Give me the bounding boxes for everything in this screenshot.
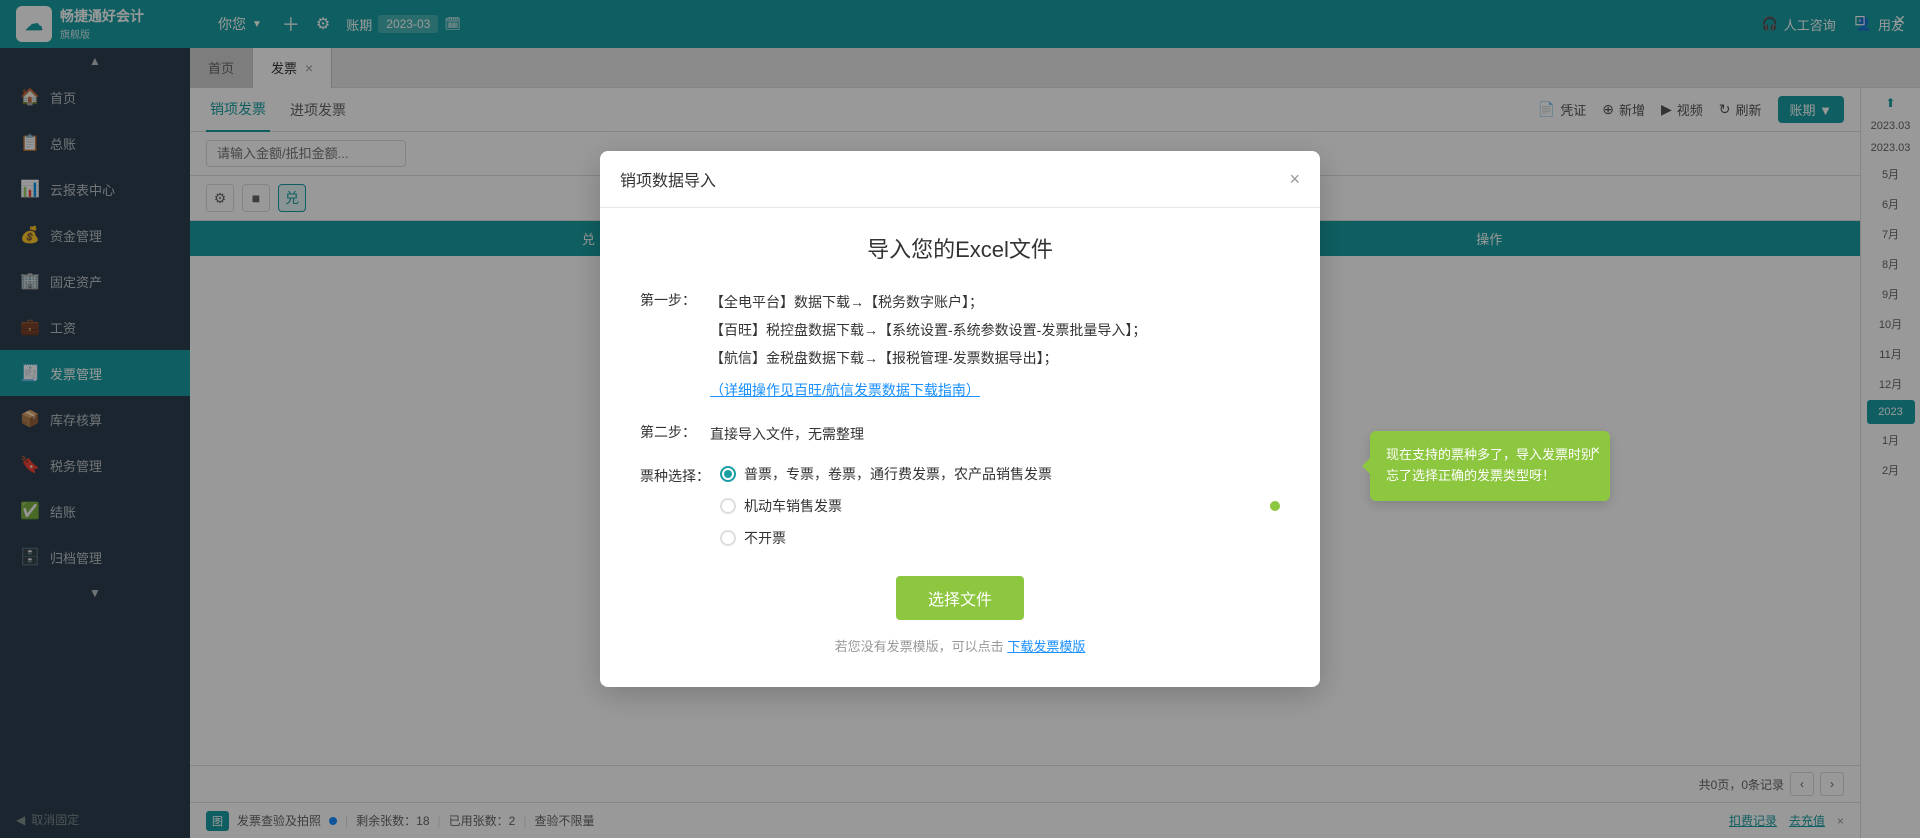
download-template-link[interactable]: 下载发票模版 — [1007, 639, 1085, 654]
radio-label-2: 机动车销售发票 — [744, 496, 842, 516]
select-file-button[interactable]: 选择文件 — [896, 576, 1024, 620]
step2-row: 第二步： 直接导入文件，无需整理 — [640, 420, 1280, 448]
radio-circle-3 — [720, 530, 736, 546]
radio-circle-2 — [720, 498, 736, 514]
step1-content: 【全电平台】数据下载→【税务数字账户】； 【百旺】税控盘数据下载→【系统设置-系… — [710, 288, 1280, 404]
download-guide-link[interactable]: （详细操作见百旺/航信发票数据下载指南） — [710, 382, 980, 398]
step2-content: 直接导入文件，无需整理 — [710, 420, 1280, 448]
tooltip-connector-dot — [1270, 501, 1280, 511]
modal-header: 销项数据导入 × — [600, 151, 1320, 208]
radio-circle-1 — [720, 466, 736, 482]
ticket-options: 普票，专票，卷票，通行费发票，农产品销售发票 机动车销售发票 不开票 — [720, 464, 1280, 560]
modal-body: 导入您的Excel文件 第一步： 【全电平台】数据下载→【税务数字账户】； 【百… — [600, 208, 1320, 687]
radio-label-1: 普票，专票，卷票，通行费发票，农产品销售发票 — [744, 464, 1052, 484]
radio-option-2[interactable]: 机动车销售发票 — [720, 496, 1280, 516]
radio-option-1[interactable]: 普票，专票，卷票，通行费发票，农产品销售发票 — [720, 464, 1280, 484]
step1-line3: 【航信】金税盘数据下载→【报税管理-发票数据导出】； — [710, 344, 1280, 372]
tooltip-text: 现在支持的票种多了，导入发票时别忘了选择正确的发票类型呀！ — [1386, 445, 1594, 487]
modal-overlay: 销项数据导入 × 导入您的Excel文件 第一步： 【全电平台】数据下载→【税务… — [0, 0, 1920, 838]
modal-main-title: 导入您的Excel文件 — [640, 232, 1280, 264]
modal-title: 销项数据导入 — [620, 167, 716, 191]
step1-line2: 【百旺】税控盘数据下载→【系统设置-系统参数设置-发票批量导入】； — [710, 316, 1280, 344]
download-hint-text: 若您没有发票模版，可以点击 — [835, 639, 1004, 654]
download-hint: 若您没有发票模版，可以点击 下载发票模版 — [640, 636, 1280, 655]
tooltip-popup: × 现在支持的票种多了，导入发票时别忘了选择正确的发票类型呀！ — [1370, 431, 1610, 501]
step2-label: 第二步： — [640, 422, 710, 448]
tooltip-close-button[interactable]: × — [1592, 439, 1600, 461]
ticket-section: 票种选择： 普票，专票，卷票，通行费发票，农产品销售发票 机动车销售发票 — [640, 464, 1280, 560]
step1-line1: 【全电平台】数据下载→【税务数字账户】； — [710, 288, 1280, 316]
step1-row: 第一步： 【全电平台】数据下载→【税务数字账户】； 【百旺】税控盘数据下载→【系… — [640, 288, 1280, 404]
radio-label-3: 不开票 — [744, 528, 786, 548]
radio-option-3[interactable]: 不开票 — [720, 528, 1280, 548]
step1-label: 第一步： — [640, 290, 710, 404]
modal-dialog: 销项数据导入 × 导入您的Excel文件 第一步： 【全电平台】数据下载→【税务… — [600, 151, 1320, 687]
ticket-label: 票种选择： — [640, 466, 720, 560]
modal-close-button[interactable]: × — [1289, 169, 1300, 190]
